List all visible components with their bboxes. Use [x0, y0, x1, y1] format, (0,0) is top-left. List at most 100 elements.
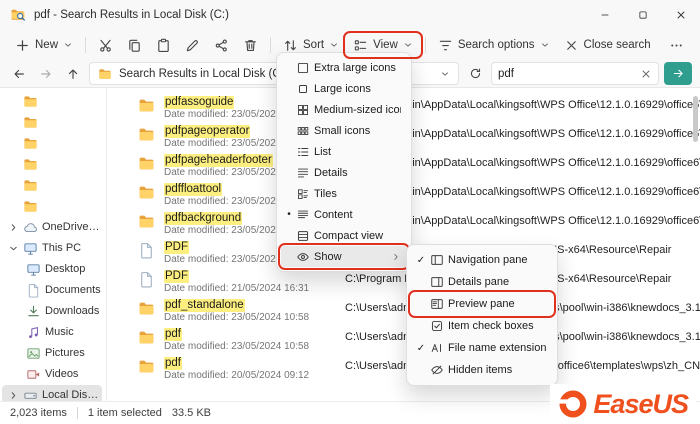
cut-button[interactable] [91, 34, 120, 56]
view-menu-item-extra-large-icons[interactable]: Extra large icons [281, 57, 407, 78]
view-menu-item-medium-icons[interactable]: Medium-sized icons [281, 99, 407, 120]
sidebar-item-videos[interactable]: Videos [2, 364, 102, 384]
chevron-right-icon[interactable] [8, 222, 19, 233]
search-go-button[interactable] [664, 62, 692, 85]
selection-size: 33.5 KB [172, 407, 211, 419]
downloads-icon [26, 304, 41, 319]
sidebar-item-pinned-folder[interactable] [2, 154, 102, 174]
file-icon [137, 271, 156, 288]
large-icons-icon [296, 82, 310, 96]
window-title: pdf - Search Results in Local Disk (C:) [34, 9, 229, 21]
sidebar-item-music[interactable]: Music [2, 322, 102, 342]
paste-button[interactable] [149, 34, 178, 56]
file-row[interactable]: pdfDate modified: 23/05/2024 10:58C:\Use… [107, 328, 700, 357]
extra-large-icons-icon [296, 61, 310, 75]
show-menu-item-details-pane[interactable]: Details pane [411, 271, 553, 293]
forward-button[interactable] [35, 63, 57, 85]
check-boxes-icon [430, 319, 444, 333]
chevron-down-icon[interactable] [440, 69, 450, 79]
view-menu-item-details[interactable]: Details [281, 162, 407, 183]
show-menu-item-preview-pane[interactable]: Preview pane [411, 293, 553, 315]
scrollbar-thumb[interactable] [693, 96, 698, 142]
back-button[interactable] [8, 63, 30, 85]
file-name: pdfpageheaderfooter [164, 154, 273, 167]
sidebar-item-local-disk-c[interactable]: Local Disk (C:) [2, 385, 102, 401]
item-count: 2,023 items [10, 407, 67, 419]
folder-icon [137, 358, 156, 375]
folder-icon [137, 97, 156, 114]
new-button[interactable]: New [8, 34, 80, 56]
cloud-icon [23, 220, 38, 235]
file-name: pdfpageoperator [164, 125, 250, 138]
preview-pane-icon [430, 297, 444, 311]
show-menu-item-navigation-pane[interactable]: ✓Navigation pane [411, 249, 553, 271]
file-row[interactable]: PDFDate modified: 21/05/2024 16:31C:\Pro… [107, 270, 700, 299]
search-options-label: Search options [458, 39, 535, 51]
chevron-down-icon[interactable] [8, 243, 19, 254]
sidebar-item-pictures[interactable]: Pictures [2, 343, 102, 363]
rename-button[interactable] [178, 34, 207, 56]
search-box [491, 62, 659, 85]
sidebar-item-pinned-folder[interactable] [2, 91, 102, 111]
view-button[interactable]: View [346, 34, 420, 56]
document-icon [26, 283, 41, 298]
view-menu-item-small-icons[interactable]: Small icons [281, 120, 407, 141]
videos-icon [26, 367, 41, 382]
view-menu-item-show[interactable]: Show [281, 246, 407, 267]
show-menu-item-hidden-items[interactable]: Hidden items [411, 359, 553, 381]
search-input[interactable] [498, 68, 636, 80]
chevron-down-icon [329, 40, 339, 50]
file-date: Date modified: 23/05/2024 10:58 [164, 312, 309, 324]
vertical-scrollbar[interactable] [692, 90, 699, 399]
sidebar-item-documents[interactable]: Documents [2, 280, 102, 300]
toolbar-divider [270, 37, 271, 53]
view-menu-item-tiles[interactable]: Tiles [281, 183, 407, 204]
show-menu-item-file-name-extensions[interactable]: ✓File name extensions [411, 337, 553, 359]
view-menu-item-list[interactable]: List [281, 141, 407, 162]
close-search-button[interactable]: Close search [557, 34, 658, 56]
selection-count: 1 item selected [88, 407, 162, 419]
sidebar-item-downloads[interactable]: Downloads [2, 301, 102, 321]
show-icon [296, 250, 310, 264]
sidebar-item-desktop[interactable]: Desktop [2, 259, 102, 279]
view-menu: Extra large icons Large icons Medium-siz… [276, 52, 412, 272]
sidebar-item-pinned-folder[interactable] [2, 175, 102, 195]
sidebar-item-pinned-folder[interactable] [2, 196, 102, 216]
view-menu-item-compact-view[interactable]: Compact view [281, 225, 407, 246]
maximize-button[interactable] [624, 0, 662, 30]
drive-icon [23, 388, 38, 402]
file-name: pdf_standalone [164, 299, 245, 312]
sidebar-item-this-pc[interactable]: This PC [2, 238, 102, 258]
close-search-label: Close search [584, 39, 651, 51]
minimize-icon [599, 9, 611, 21]
details-pane-icon [430, 275, 444, 289]
toolbar-divider [425, 37, 426, 53]
up-button[interactable] [62, 63, 84, 85]
sidebar-item-pinned-folder[interactable] [2, 112, 102, 132]
refresh-button[interactable] [464, 63, 486, 85]
file-row[interactable]: pdfDate modified: 20/05/2024 09:12C:\Use… [107, 357, 700, 386]
music-icon [26, 325, 41, 340]
close-button[interactable] [662, 0, 700, 30]
view-menu-item-large-icons[interactable]: Large icons [281, 78, 407, 99]
file-row[interactable]: pdf_standaloneDate modified: 23/05/2024 … [107, 299, 700, 328]
show-menu-item-item-check-boxes[interactable]: Item check boxes [411, 315, 553, 337]
view-menu-item-content[interactable]: •Content [281, 204, 407, 225]
folder-icon [137, 155, 156, 172]
copy-icon [127, 38, 142, 53]
copy-button[interactable] [120, 34, 149, 56]
sidebar-item-onedrive[interactable]: OneDrive - Personal [2, 217, 102, 237]
paste-icon [156, 38, 171, 53]
folder-icon [137, 126, 156, 143]
title-bar: pdf - Search Results in Local Disk (C:) [0, 0, 700, 30]
sidebar-item-pinned-folder[interactable] [2, 133, 102, 153]
minimize-button[interactable] [586, 0, 624, 30]
delete-button[interactable] [236, 34, 265, 56]
see-more-button[interactable] [662, 34, 691, 56]
folder-icon [137, 184, 156, 201]
share-button[interactable] [207, 34, 236, 56]
chevron-right-icon[interactable] [8, 390, 19, 401]
search-options-button[interactable]: Search options [431, 34, 557, 56]
folder-icon [98, 67, 112, 81]
clear-search-icon[interactable] [640, 68, 652, 80]
